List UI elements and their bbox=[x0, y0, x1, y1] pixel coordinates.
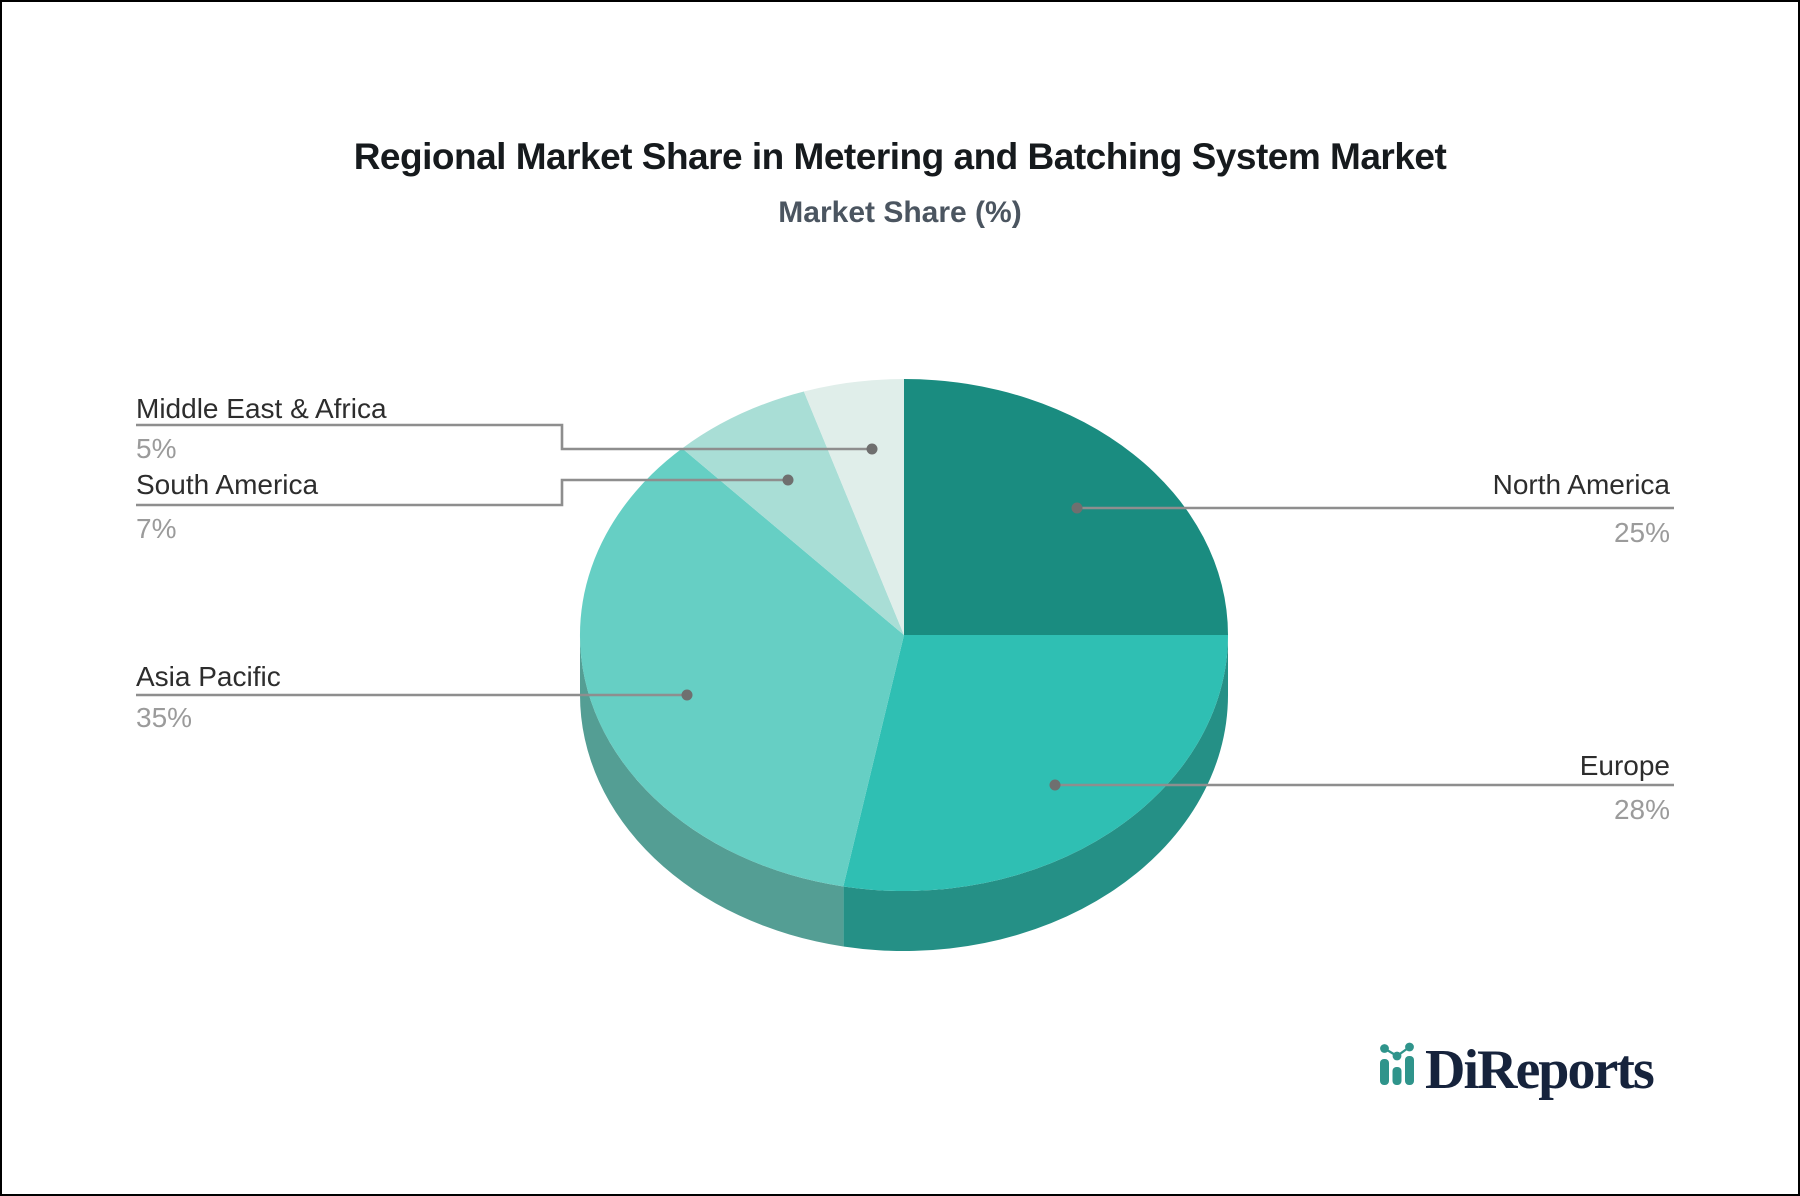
dot-europe bbox=[1050, 780, 1061, 791]
dot-asia-pacific bbox=[682, 690, 693, 701]
pct-north-america: 25% bbox=[1614, 518, 1670, 549]
logo-text: DiReports bbox=[1425, 1042, 1653, 1098]
pct-asia-pacific: 35% bbox=[136, 703, 192, 734]
chart-canvas: Regional Market Share in Metering and Ba… bbox=[0, 0, 1800, 1196]
direports-logo: DiReports bbox=[1376, 1040, 1653, 1098]
dot-south-america bbox=[783, 475, 794, 486]
dot-middle-east-africa bbox=[867, 444, 878, 455]
label-europe: Europe bbox=[1580, 751, 1670, 782]
pct-europe: 28% bbox=[1614, 795, 1670, 826]
label-middle-east-africa: Middle East & Africa bbox=[136, 394, 387, 425]
pct-middle-east-africa: 5% bbox=[136, 434, 176, 465]
label-north-america: North America bbox=[1493, 470, 1670, 501]
pct-south-america: 7% bbox=[136, 514, 176, 545]
pie-chart bbox=[2, 2, 1800, 1196]
dot-north-america bbox=[1072, 503, 1083, 514]
label-south-america: South America bbox=[136, 470, 318, 501]
bar-line-chart-icon bbox=[1376, 1040, 1418, 1090]
pie-slices bbox=[580, 379, 1228, 951]
label-asia-pacific: Asia Pacific bbox=[136, 662, 281, 693]
pie-slice-europe bbox=[843, 635, 1228, 891]
